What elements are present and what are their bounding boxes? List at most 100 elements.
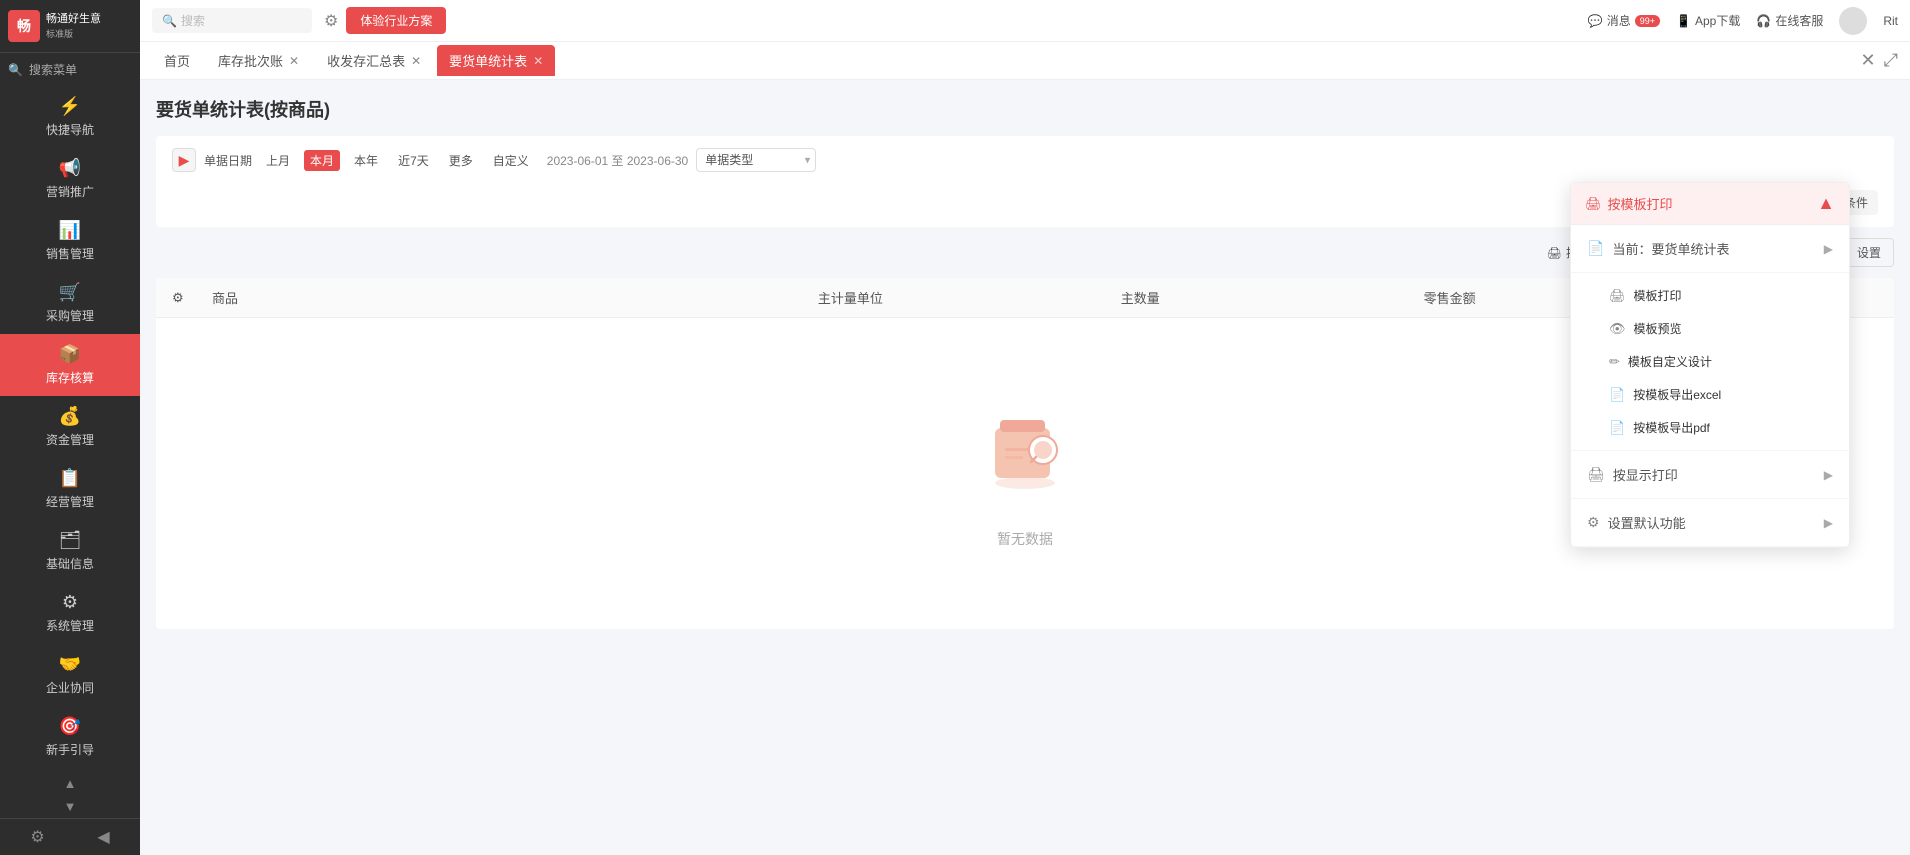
collapse-icon[interactable]: ◀	[97, 827, 109, 847]
sidebar-item-finance[interactable]: 💰 资金管理	[0, 396, 140, 458]
settings-btn[interactable]: 设置	[1844, 238, 1894, 267]
empty-icon	[975, 398, 1075, 517]
settings-icon[interactable]: ⚙	[172, 290, 184, 305]
guide-icon: 🎯	[59, 716, 81, 737]
dropdown-item-preview[interactable]: 👁 模板预览	[1571, 312, 1849, 345]
dropdown-set-default[interactable]: ⚙ 设置默认功能 ▶	[1571, 505, 1849, 540]
sidebar-item-label: 销售管理	[46, 245, 94, 262]
dropdown-title: 按模板打印	[1608, 194, 1673, 213]
operations-icon: 📋	[59, 468, 81, 489]
filter-expand-btn[interactable]: ▶	[172, 148, 196, 172]
sidebar-item-label: 采购管理	[46, 307, 94, 324]
sidebar-item-label: 企业协同	[46, 679, 94, 696]
industry-btn[interactable]: 体验行业方案	[346, 7, 446, 34]
dropdown-title-area: 🖨 按模板打印	[1585, 194, 1673, 213]
topbar-right: 💬 消息 99+ 📱 App下载 🎧 在线客服 Rit	[1588, 7, 1898, 35]
dropdown-item-export-excel[interactable]: 📄 按模板导出excel	[1571, 378, 1849, 411]
tab-inventory-batch[interactable]: 库存批次账 ✕	[206, 45, 311, 76]
finance-icon: 💰	[59, 406, 81, 427]
display-icon: 🖨	[1587, 466, 1605, 483]
dropdown-display-print[interactable]: 🖨 按显示打印 ▶	[1571, 457, 1849, 492]
tab-close-icon[interactable]: ✕	[411, 54, 421, 68]
tab-home[interactable]: 首页	[152, 45, 202, 76]
date-btn-this-month[interactable]: 本月	[304, 150, 340, 171]
date-btn-last-month[interactable]: 上月	[260, 150, 296, 171]
app-badge: 标准版	[46, 27, 101, 40]
sidebar-item-marketing[interactable]: 📢 营销推广	[0, 148, 140, 210]
type-select[interactable]: 单据类型	[696, 148, 816, 172]
date-btn-more[interactable]: 更多	[443, 150, 479, 171]
tab-label: 收发存汇总表	[327, 51, 405, 70]
sidebar-item-purchase[interactable]: 🛒 采购管理	[0, 272, 140, 334]
topbar-search[interactable]: 🔍 搜索	[152, 8, 312, 33]
date-btn-custom[interactable]: 自定义	[487, 150, 535, 171]
messages-icon: 💬	[1588, 14, 1603, 28]
messages-btn[interactable]: 💬 消息 99+	[1588, 12, 1660, 29]
item-label: 按模板导出pdf	[1633, 419, 1710, 436]
tabs-bar: 首页 库存批次账 ✕ 收发存汇总表 ✕ 要货单统计表 ✕ ✕ ⤢	[140, 42, 1910, 80]
system-icon: ⚙	[62, 592, 78, 613]
dropdown-item-export-pdf[interactable]: 📄 按模板导出pdf	[1571, 411, 1849, 444]
sidebar-item-basics[interactable]: 🗂 基础信息	[0, 520, 140, 582]
date-btn-this-year[interactable]: 本年	[348, 150, 384, 171]
dropdown-current-item[interactable]: 📄 当前：要货单统计表 ▶	[1571, 231, 1849, 266]
app-download-btn[interactable]: 📱 App下载	[1676, 12, 1740, 29]
settings-icon[interactable]: ⚙	[324, 11, 338, 31]
app-name: 畅通好生意	[46, 12, 101, 27]
sidebar-item-operations[interactable]: 📋 经营管理	[0, 458, 140, 520]
default-item-left: ⚙ 设置默认功能	[1587, 513, 1686, 532]
date-filter-label: 单据日期	[204, 152, 252, 169]
sidebar-item-sales[interactable]: 📊 销售管理	[0, 210, 140, 272]
display-label: 按显示打印	[1613, 465, 1678, 484]
online-service-btn[interactable]: 🎧 在线客服	[1756, 12, 1823, 29]
current-item-left: 📄 当前：要货单统计表	[1587, 239, 1729, 258]
dropdown-close-icon[interactable]: ▲	[1817, 193, 1835, 214]
sidebar-item-system[interactable]: ⚙ 系统管理	[0, 582, 140, 644]
item-label: 模板打印	[1634, 287, 1682, 304]
avatar[interactable]	[1839, 7, 1867, 35]
default-label: 设置默认功能	[1608, 513, 1686, 532]
sidebar-search[interactable]: 🔍 搜索菜单	[0, 53, 140, 86]
sidebar-item-inventory[interactable]: 📦 库存核算	[0, 334, 140, 396]
maximize-icon[interactable]: ⤢	[1884, 50, 1898, 71]
tab-close-icon[interactable]: ✕	[533, 54, 543, 68]
dropdown-item-custom[interactable]: ✏ 模板自定义设计	[1571, 345, 1849, 378]
sidebar-item-guide[interactable]: 🎯 新手引导	[0, 706, 140, 768]
dropdown-items-section: 🖨 模板打印 👁 模板预览 ✏ 模板自定义设计 📄 按模板导出excel 📄	[1571, 273, 1849, 451]
settings-icon[interactable]: ⚙	[30, 827, 44, 847]
col-unit: 主计量单位	[818, 288, 1121, 307]
sidebar-footer: ⚙ ◀	[0, 818, 140, 855]
tab-order-stats[interactable]: 要货单统计表 ✕	[437, 45, 555, 76]
tabs-bar-right: ✕ ⤢	[1861, 50, 1899, 71]
item-label: 模板预览	[1634, 320, 1682, 337]
main-content: 🔍 搜索 ⚙ 体验行业方案 💬 消息 99+ 📱 App下载 🎧 在线客服 Ri…	[140, 0, 1910, 855]
messages-badge: 99+	[1635, 15, 1660, 27]
chevron-right-icon: ▶	[1824, 468, 1833, 482]
sidebar-item-quicknav[interactable]: ⚡ 快捷导航	[0, 86, 140, 148]
service-icon: 🎧	[1756, 14, 1771, 28]
preview-icon: 👁	[1609, 321, 1626, 337]
username: Rit	[1883, 14, 1898, 28]
sales-icon: 📊	[59, 220, 81, 241]
chevron-right-icon: ▶	[1824, 516, 1833, 530]
dropdown-item-print[interactable]: 🖨 模板打印	[1571, 279, 1849, 312]
empty-text: 暂无数据	[997, 529, 1053, 549]
app-logo: 畅 畅通好生意 标准版	[0, 0, 140, 53]
date-range-text: 2023-06-01 至 2023-06-30	[547, 152, 688, 169]
tab-receipt-summary[interactable]: 收发存汇总表 ✕	[315, 45, 433, 76]
date-btn-last-7[interactable]: 近7天	[392, 150, 435, 171]
sidebar-item-label: 经营管理	[46, 493, 94, 510]
dropdown-header: 🖨 按模板打印 ▲	[1571, 183, 1849, 225]
display-item-left: 🖨 按显示打印	[1587, 465, 1678, 484]
excel-icon: 📄	[1609, 387, 1625, 403]
edit-icon: ✏	[1609, 354, 1620, 370]
sidebar-scroll-up[interactable]: ▲	[0, 772, 140, 795]
settings-icon: ⚙	[1587, 514, 1600, 531]
print-dropdown: 🖨 按模板打印 ▲ 📄 当前：要货单统计表 ▶ 🖨 模板打印	[1570, 182, 1850, 548]
purchase-icon: 🛒	[59, 282, 81, 303]
sidebar-scroll-down[interactable]: ▼	[0, 795, 140, 818]
close-all-icon[interactable]: ✕	[1861, 50, 1876, 71]
sidebar-item-collab[interactable]: 🤝 企业协同	[0, 644, 140, 706]
tab-label: 库存批次账	[218, 51, 283, 70]
tab-close-icon[interactable]: ✕	[289, 54, 299, 68]
